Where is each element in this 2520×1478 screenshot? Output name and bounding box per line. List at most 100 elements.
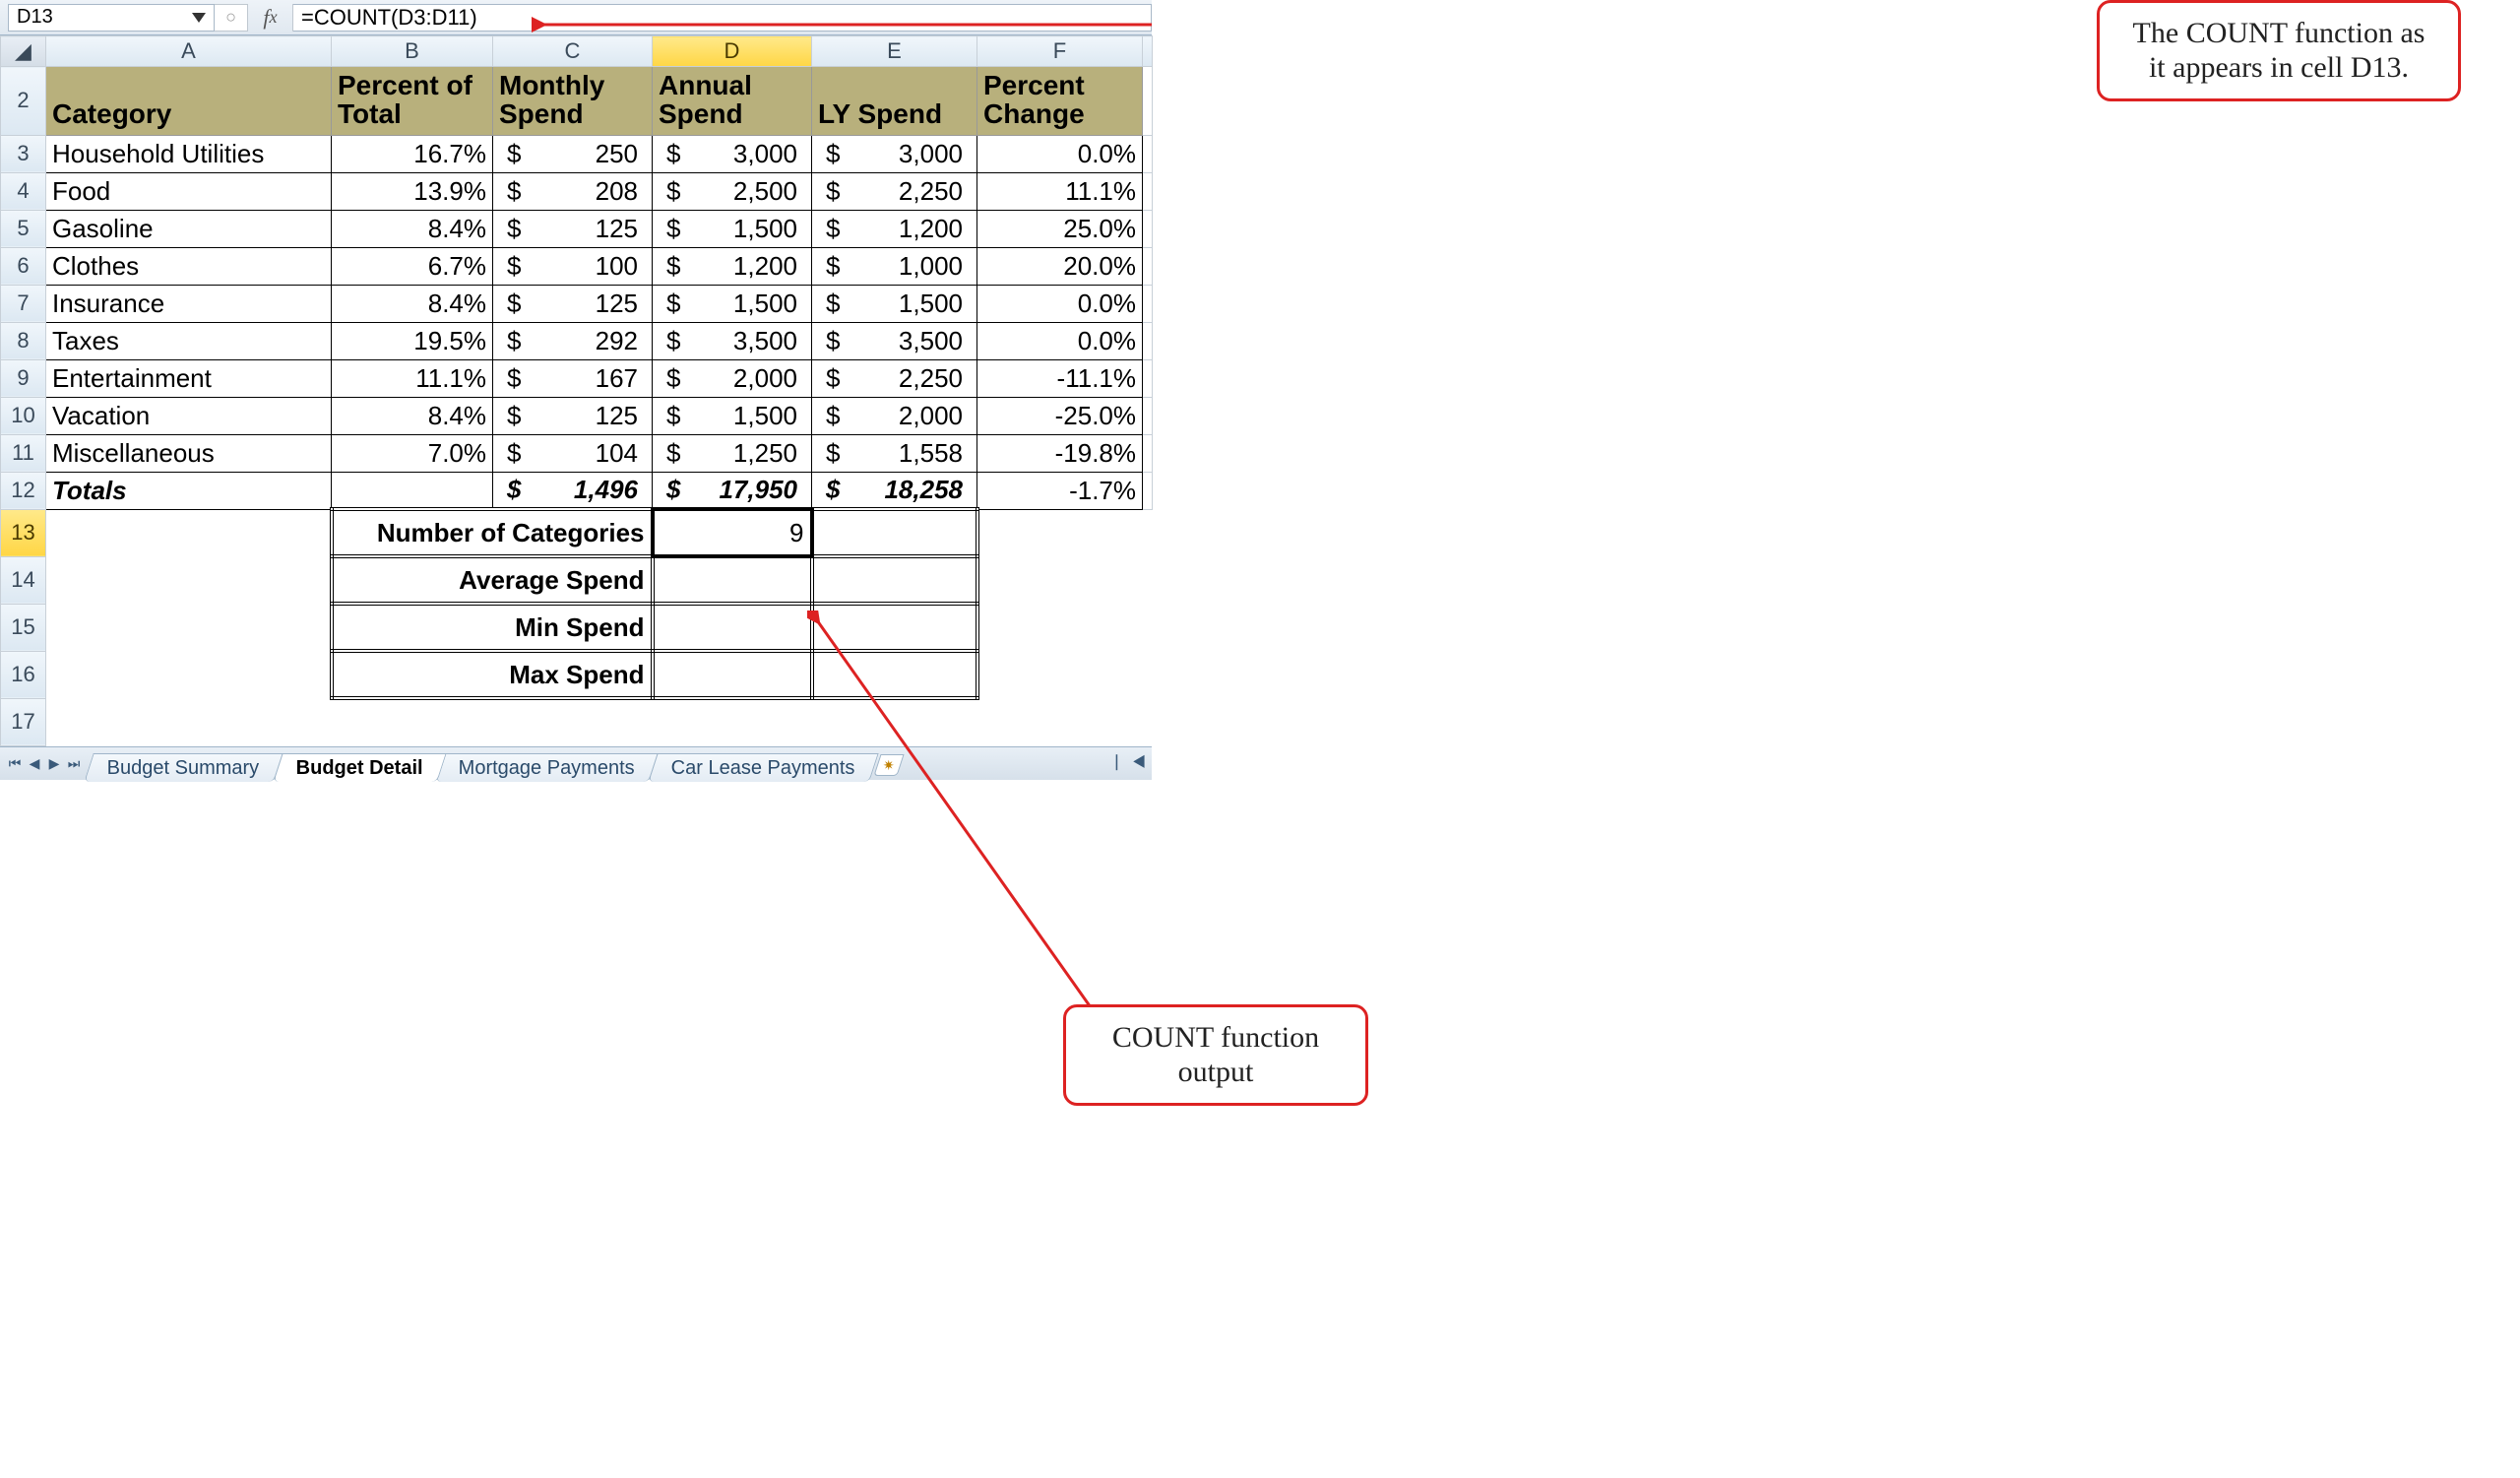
cell-ly[interactable]: $1,500	[812, 285, 977, 322]
row-header-12[interactable]: 12	[1, 472, 46, 509]
cell-monthly[interactable]: $125	[493, 285, 653, 322]
sheet-tab[interactable]: Budget Summary	[84, 753, 283, 782]
row-header-15[interactable]: 15	[1, 604, 46, 651]
row-header-6[interactable]: 6	[1, 247, 46, 285]
row-header-16[interactable]: 16	[1, 651, 46, 698]
cell-change[interactable]: 11.1%	[977, 172, 1143, 210]
cell-monthly[interactable]: $125	[493, 210, 653, 247]
row-header-13[interactable]: 13	[1, 509, 46, 556]
cell-ly[interactable]: $2,250	[812, 359, 977, 397]
cell-ly[interactable]: $3,000	[812, 135, 977, 172]
row-header-7[interactable]: 7	[1, 285, 46, 322]
row-header-10[interactable]: 10	[1, 397, 46, 434]
cell-percent[interactable]: 16.7%	[332, 135, 493, 172]
formula-input[interactable]: =COUNT(D3:D11)	[293, 4, 1152, 32]
row-header-2[interactable]: 2	[1, 67, 46, 136]
stat-value[interactable]	[653, 556, 812, 604]
row-header-3[interactable]: 3	[1, 135, 46, 172]
cell-percent[interactable]: 11.1%	[332, 359, 493, 397]
cell-category[interactable]: Clothes	[46, 247, 332, 285]
horizontal-scroll-stub[interactable]: ⎸◀	[1116, 754, 1152, 772]
col-header-A[interactable]: A	[46, 36, 332, 67]
stat-value[interactable]	[653, 604, 812, 651]
row-header-5[interactable]: 5	[1, 210, 46, 247]
cell-category[interactable]: Entertainment	[46, 359, 332, 397]
cell-percent[interactable]: 19.5%	[332, 322, 493, 359]
header-percent[interactable]: Percent of Total	[332, 67, 493, 136]
cell-annual[interactable]: $2,000	[653, 359, 812, 397]
cell-monthly[interactable]: $292	[493, 322, 653, 359]
fx-icon[interactable]: fx	[248, 4, 293, 32]
stat-label[interactable]: Number of Categories	[332, 509, 653, 556]
cell-annual[interactable]: $3,000	[653, 135, 812, 172]
cell-change[interactable]: 25.0%	[977, 210, 1143, 247]
sheet-tab[interactable]: Budget Detail	[273, 753, 446, 782]
stat-label[interactable]: Min Spend	[332, 604, 653, 651]
totals-change[interactable]: -1.7%	[977, 472, 1143, 509]
cell-category[interactable]: Food	[46, 172, 332, 210]
row-header-11[interactable]: 11	[1, 434, 46, 472]
tab-nav-last-icon[interactable]: ⏭	[65, 754, 83, 772]
name-box-dropdown-icon[interactable]	[192, 13, 206, 23]
cell-change[interactable]: 0.0%	[977, 135, 1143, 172]
stat-label[interactable]: Average Spend	[332, 556, 653, 604]
cell-monthly[interactable]: $100	[493, 247, 653, 285]
cell-change[interactable]: -11.1%	[977, 359, 1143, 397]
cell-ly[interactable]: $2,250	[812, 172, 977, 210]
cell-category[interactable]: Taxes	[46, 322, 332, 359]
tab-nav-prev-icon[interactable]: ◀	[26, 754, 43, 772]
row-header-8[interactable]: 8	[1, 322, 46, 359]
cell-annual[interactable]: $3,500	[653, 322, 812, 359]
tab-nav-first-icon[interactable]: ⏮	[6, 754, 24, 772]
cell-monthly[interactable]: $208	[493, 172, 653, 210]
row-header-17[interactable]: 17	[1, 698, 46, 745]
cell-monthly[interactable]: $104	[493, 434, 653, 472]
stat-label[interactable]: Max Spend	[332, 651, 653, 698]
header-monthly[interactable]: Monthly Spend	[493, 67, 653, 136]
cell-ly[interactable]: $3,500	[812, 322, 977, 359]
row-header-14[interactable]: 14	[1, 556, 46, 604]
cell-annual[interactable]: $1,500	[653, 285, 812, 322]
cell-change[interactable]: -19.8%	[977, 434, 1143, 472]
cell-percent[interactable]: 6.7%	[332, 247, 493, 285]
stat-value[interactable]: 9	[653, 509, 812, 556]
col-header-G[interactable]	[1143, 36, 1153, 67]
sheet-tab[interactable]: Car Lease Payments	[649, 753, 879, 782]
spreadsheet-grid[interactable]: ◢ A B C D E F 2 Category Percent of Tota…	[0, 35, 1152, 746]
cell-annual[interactable]: $1,250	[653, 434, 812, 472]
cell-annual[interactable]: $1,500	[653, 397, 812, 434]
cell-annual[interactable]: $1,500	[653, 210, 812, 247]
totals-label[interactable]: Totals	[46, 472, 332, 509]
cell-ly[interactable]: $1,200	[812, 210, 977, 247]
cell-percent[interactable]: 7.0%	[332, 434, 493, 472]
row-header-9[interactable]: 9	[1, 359, 46, 397]
cell-change[interactable]: 0.0%	[977, 322, 1143, 359]
cell-monthly[interactable]: $167	[493, 359, 653, 397]
cell-category[interactable]: Vacation	[46, 397, 332, 434]
totals-annual[interactable]: $17,950	[653, 472, 812, 509]
col-header-E[interactable]: E	[812, 36, 977, 67]
cell-percent[interactable]: 8.4%	[332, 210, 493, 247]
cell-percent[interactable]: 8.4%	[332, 285, 493, 322]
header-ly[interactable]: LY Spend	[812, 67, 977, 136]
row-header-4[interactable]: 4	[1, 172, 46, 210]
cell-annual[interactable]: $1,200	[653, 247, 812, 285]
cell-annual[interactable]: $2,500	[653, 172, 812, 210]
stat-value[interactable]	[653, 651, 812, 698]
col-header-D[interactable]: D	[653, 36, 812, 67]
cell-change[interactable]: 0.0%	[977, 285, 1143, 322]
cell-percent[interactable]: 13.9%	[332, 172, 493, 210]
cell-ly[interactable]: $2,000	[812, 397, 977, 434]
totals-ly[interactable]: $18,258	[812, 472, 977, 509]
col-header-F[interactable]: F	[977, 36, 1143, 67]
cell-monthly[interactable]: $125	[493, 397, 653, 434]
cell-percent[interactable]: 8.4%	[332, 397, 493, 434]
cell-change[interactable]: -25.0%	[977, 397, 1143, 434]
cell-monthly[interactable]: $250	[493, 135, 653, 172]
cell-category[interactable]: Gasoline	[46, 210, 332, 247]
cell-ly[interactable]: $1,000	[812, 247, 977, 285]
sheet-tab[interactable]: Mortgage Payments	[436, 753, 659, 782]
cell-category[interactable]: Household Utilities	[46, 135, 332, 172]
cell-change[interactable]: 20.0%	[977, 247, 1143, 285]
col-header-C[interactable]: C	[493, 36, 653, 67]
